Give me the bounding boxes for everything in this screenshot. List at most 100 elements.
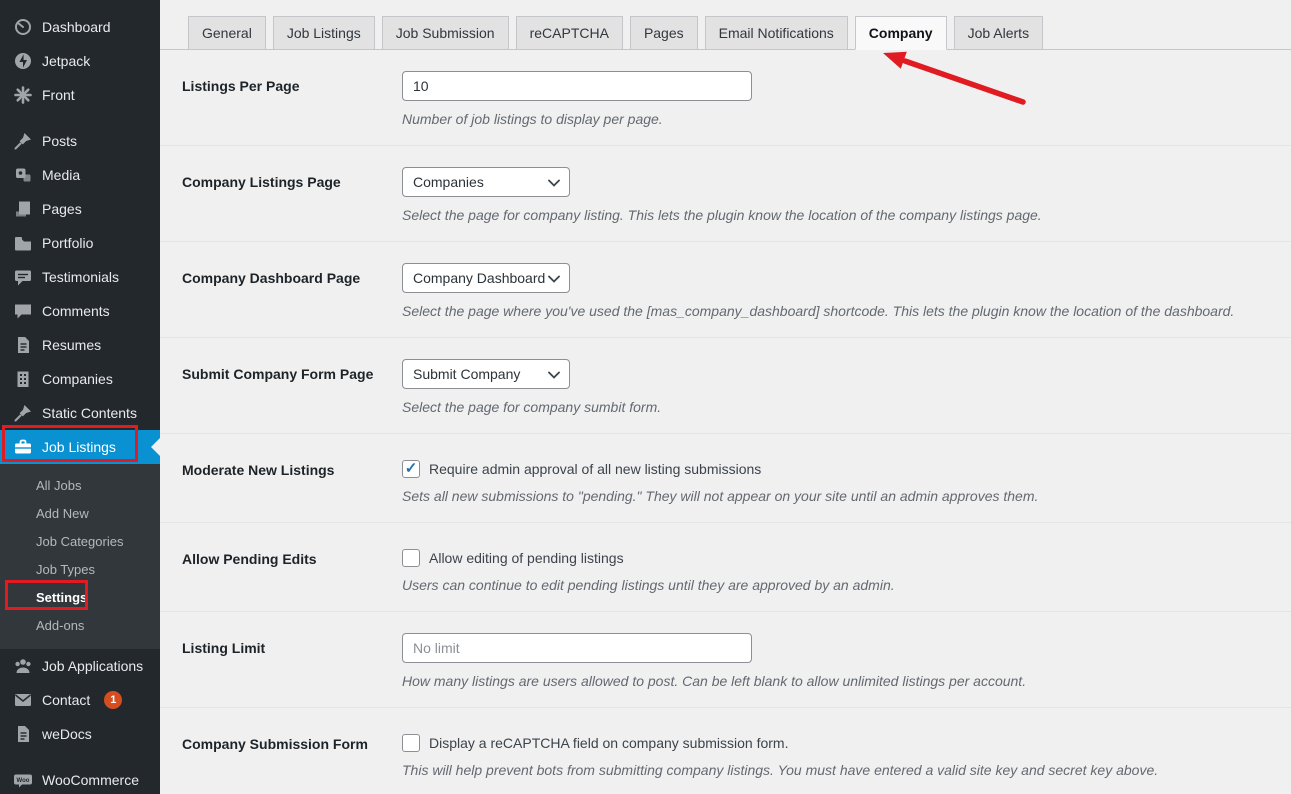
field-label: Moderate New Listings [182, 462, 335, 478]
pushpin-icon [13, 131, 33, 151]
submenu-item-settings[interactable]: Settings [0, 584, 160, 612]
sidebar-item-label: Static Contents [42, 405, 137, 421]
checkbox-option-label: Display a reCAPTCHA field on company sub… [429, 735, 789, 751]
sidebar-item-job-applications[interactable]: Job Applications [0, 649, 160, 683]
form-row-company-listings-page: Company Listings Page Companies Select t… [160, 146, 1291, 242]
company-listings-page-select[interactable]: Companies [402, 167, 570, 197]
sidebar-item-dashboard[interactable]: Dashboard [0, 10, 160, 44]
form-row-allow-pending-edits: Allow Pending Edits Allow editing of pen… [160, 523, 1291, 612]
field-label: Listing Limit [182, 640, 266, 656]
submenu-item-add-ons[interactable]: Add-ons [0, 612, 160, 640]
job-listings-submenu: All Jobs Add New Job Categories Job Type… [0, 464, 160, 649]
field-description: Select the page for company listing. Thi… [402, 207, 1042, 223]
sidebar-separator [0, 751, 160, 763]
tab-company[interactable]: Company [854, 16, 947, 50]
sidebar-item-front[interactable]: Front [0, 78, 160, 112]
document-icon [13, 335, 33, 355]
field-label: Company Dashboard Page [182, 270, 361, 286]
checkbox-option-label: Allow editing of pending listings [429, 550, 624, 566]
company-dashboard-page-select[interactable]: Company Dashboard [402, 263, 570, 293]
pages-icon [13, 199, 33, 219]
contact-count-badge: 1 [104, 691, 123, 709]
sidebar-item-label: Portfolio [42, 235, 94, 251]
form-row-moderate-new-listings: Moderate New Listings ✓ Require admin ap… [160, 434, 1291, 523]
field-label: Allow Pending Edits [182, 551, 317, 567]
submenu-item-job-categories[interactable]: Job Categories [0, 528, 160, 556]
tab-email-notifications[interactable]: Email Notifications [704, 16, 848, 50]
submenu-item-job-types[interactable]: Job Types [0, 556, 160, 584]
submenu-item-all-jobs[interactable]: All Jobs [0, 472, 160, 500]
sidebar-item-jetpack[interactable]: Jetpack [0, 44, 160, 78]
briefcase-icon [13, 437, 33, 457]
media-icon [13, 165, 33, 185]
sidebar-item-label: Job Listings [42, 439, 116, 455]
sidebar-item-label: WooCommerce [42, 772, 139, 788]
dashboard-icon [13, 17, 33, 37]
sidebar-item-wedocs[interactable]: weDocs [0, 717, 160, 751]
field-description: Number of job listings to display per pa… [402, 111, 663, 127]
field-description: This will help prevent bots from submitt… [402, 762, 1159, 778]
tab-job-alerts[interactable]: Job Alerts [953, 16, 1044, 50]
submenu-item-add-new[interactable]: Add New [0, 500, 160, 528]
form-row-submit-company-form-page: Submit Company Form Page Submit Company … [160, 338, 1291, 434]
sidebar-item-resumes[interactable]: Resumes [0, 328, 160, 362]
sidebar-item-label: Comments [42, 303, 110, 319]
envelope-icon [13, 690, 33, 710]
sidebar-item-static-contents[interactable]: Static Contents [0, 396, 160, 430]
sidebar-item-label: Pages [42, 201, 82, 217]
tab-job-submission[interactable]: Job Submission [381, 16, 509, 50]
moderate-new-listings-checkbox[interactable]: ✓ [402, 460, 420, 478]
sidebar-item-label: Resumes [42, 337, 102, 353]
document-icon [13, 724, 33, 744]
sidebar-item-label: Job Applications [42, 658, 144, 674]
form-row-company-dashboard-page: Company Dashboard Page Company Dashboard… [160, 242, 1291, 338]
admin-sidebar: Dashboard Jetpack Front Posts Media Page… [0, 0, 160, 794]
listings-per-page-input[interactable] [402, 71, 752, 101]
sidebar-item-label: Dashboard [42, 19, 111, 35]
tab-general[interactable]: General [188, 16, 266, 50]
field-description: How many listings are users allowed to p… [402, 673, 1027, 689]
checkbox-option-label: Require admin approval of all new listin… [429, 461, 762, 477]
tab-pages[interactable]: Pages [629, 16, 698, 50]
tab-job-listings[interactable]: Job Listings [272, 16, 375, 50]
form-row-listings-per-page: Listings Per Page Number of job listings… [160, 50, 1291, 146]
sidebar-item-pages[interactable]: Pages [0, 192, 160, 226]
sidebar-item-job-listings[interactable]: Job Listings [0, 430, 160, 464]
settings-content: General Job Listings Job Submission reCA… [160, 0, 1291, 794]
field-label: Listings Per Page [182, 78, 300, 94]
sidebar-item-media[interactable]: Media [0, 158, 160, 192]
form-row-company-submission-form: Company Submission Form Display a reCAPT… [160, 708, 1291, 794]
field-description: Select the page for company sumbit form. [402, 399, 662, 415]
gear-icon [13, 85, 33, 105]
allow-pending-edits-checkbox[interactable] [402, 549, 420, 567]
submit-company-form-page-select[interactable]: Submit Company [402, 359, 570, 389]
svg-text:Woo: Woo [17, 778, 30, 784]
form-row-listing-limit: Listing Limit How many listings are user… [160, 612, 1291, 708]
listing-limit-input[interactable] [402, 633, 752, 663]
sidebar-separator [0, 112, 160, 124]
sidebar-item-label: Contact [42, 692, 91, 708]
select-value: Companies [413, 174, 484, 190]
comment-icon [13, 301, 33, 321]
sidebar-item-label: weDocs [42, 726, 92, 742]
wordpress-admin-page: Dashboard Jetpack Front Posts Media Page… [0, 0, 1291, 794]
sidebar-item-testimonials[interactable]: Testimonials [0, 260, 160, 294]
chevron-down-icon [548, 270, 560, 286]
testimonial-icon [13, 267, 33, 287]
field-label: Company Submission Form [182, 736, 368, 752]
tab-recaptcha[interactable]: reCAPTCHA [515, 16, 623, 50]
sidebar-item-label: Testimonials [42, 269, 120, 285]
sidebar-item-comments[interactable]: Comments [0, 294, 160, 328]
sidebar-item-contact[interactable]: Contact 1 [0, 683, 160, 717]
sidebar-item-label: Front [42, 87, 75, 103]
sidebar-item-label: Media [42, 167, 81, 183]
sidebar-item-portfolio[interactable]: Portfolio [0, 226, 160, 260]
sidebar-item-woocommerce[interactable]: Woo WooCommerce [0, 763, 160, 794]
company-submission-form-checkbox[interactable] [402, 734, 420, 752]
jetpack-icon [13, 51, 33, 71]
sidebar-item-companies[interactable]: Companies [0, 362, 160, 396]
sidebar-item-posts[interactable]: Posts [0, 124, 160, 158]
field-description: Sets all new submissions to "pending." T… [402, 488, 1039, 504]
checkmark-icon: ✓ [404, 460, 418, 477]
sidebar-item-label: Companies [42, 371, 113, 387]
